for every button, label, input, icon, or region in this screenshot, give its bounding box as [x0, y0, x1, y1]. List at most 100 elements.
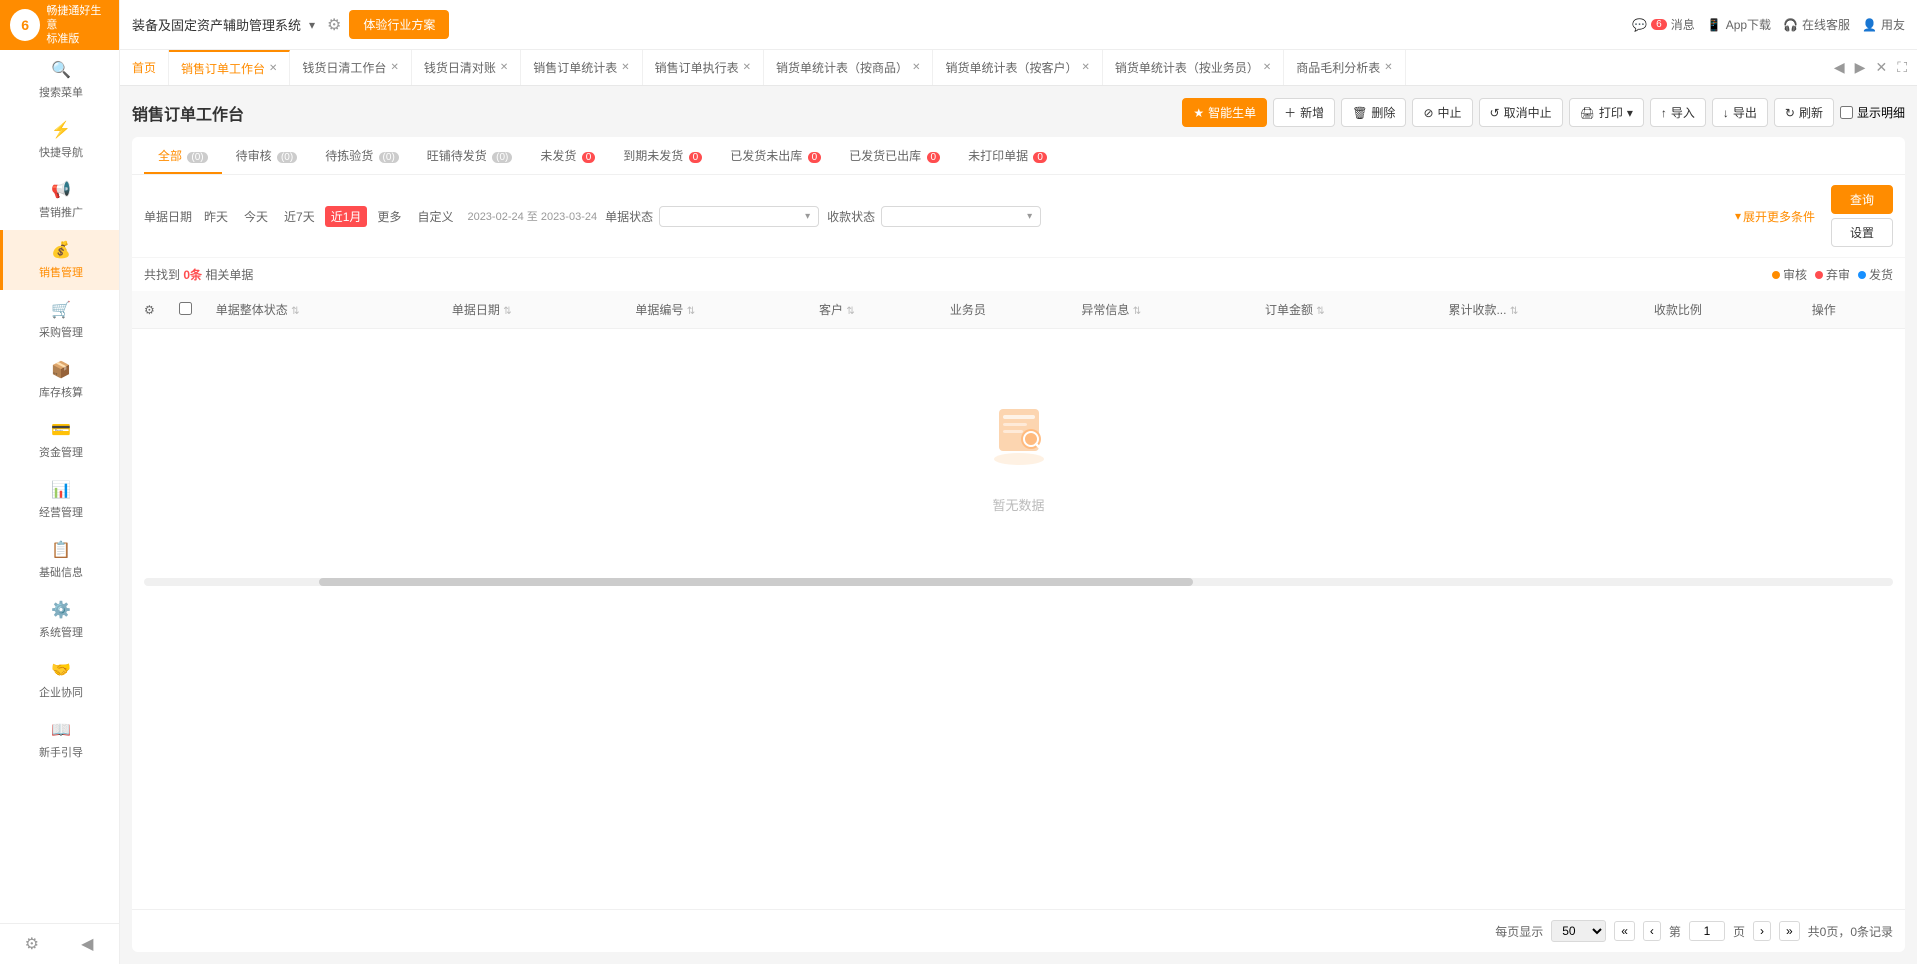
col-checkbox[interactable]	[167, 291, 204, 329]
col-settings[interactable]: ⚙	[132, 291, 167, 329]
date-btn-1month[interactable]: 近1月	[325, 206, 368, 227]
industry-btn[interactable]: 体验行业方案	[349, 10, 449, 39]
export-btn[interactable]: ↓ 导出	[1712, 98, 1768, 127]
refresh-btn[interactable]: ↻ 刷新	[1774, 98, 1834, 127]
add-btn[interactable]: ＋ 新增	[1273, 98, 1335, 127]
sub-tab-overdue-ship[interactable]: 到期未发货 0	[609, 139, 716, 174]
status-select[interactable]: ▾	[659, 206, 819, 227]
tab-cash-clear[interactable]: 钱货日清工作台 ✕	[290, 50, 411, 86]
date-btn-more[interactable]: 更多	[371, 206, 407, 227]
horizontal-scrollbar[interactable]	[144, 578, 1893, 586]
page-size-select[interactable]: 20 50 100	[1551, 920, 1606, 942]
goods-stats-customer-label: 销货单统计表（按客户）	[945, 59, 1077, 76]
stop-btn[interactable]: ⊘ 中止	[1412, 98, 1472, 127]
tab-goods-stats-customer[interactable]: 销货单统计表（按客户） ✕	[933, 50, 1102, 86]
tab-goods-stats-staff[interactable]: 销货单统计表（按业务员） ✕	[1103, 50, 1284, 86]
review-action-btn[interactable]: 审核	[1772, 266, 1807, 283]
tab-close-goods-product[interactable]: ✕	[912, 62, 920, 73]
date-btn-yesterday[interactable]: 昨天	[198, 206, 234, 227]
sidebar-item-sales[interactable]: 💰 销售管理	[0, 230, 119, 290]
sort-collected-icon[interactable]: ⇅	[1510, 306, 1518, 317]
sidebar-item-inventory[interactable]: 📦 库存核算	[0, 350, 119, 410]
tab-maximize[interactable]: ⛶	[1893, 57, 1911, 78]
page-last-btn[interactable]: »	[1779, 921, 1800, 941]
query-btn[interactable]: 查询	[1831, 185, 1893, 214]
sidebar-item-guide[interactable]: 📖 新手引导	[0, 710, 119, 770]
sidebar-item-quick-nav[interactable]: ⚡ 快捷导航	[0, 110, 119, 170]
tab-close-cash-goods[interactable]: ✕	[500, 62, 508, 73]
tab-sales-stats[interactable]: 销售订单统计表 ✕	[521, 50, 642, 86]
ship-action-btn[interactable]: 发货	[1858, 266, 1893, 283]
user-menu[interactable]: 👤 用友	[1862, 16, 1905, 33]
tab-close-goods-staff[interactable]: ✕	[1263, 62, 1271, 73]
topbar-settings-icon[interactable]: ⚙	[327, 15, 341, 35]
page-prev-btn[interactable]: ‹	[1643, 921, 1661, 941]
date-btn-custom[interactable]: 自定义	[411, 206, 459, 227]
sort-number-icon[interactable]: ⇅	[687, 306, 695, 317]
sidebar-item-search[interactable]: 🔍 搜索菜单	[0, 50, 119, 110]
sidebar-collapse-btn[interactable]: ◀	[64, 934, 112, 954]
sidebar-item-system[interactable]: ⚙️ 系统管理	[0, 590, 119, 650]
sub-tab-wangpu[interactable]: 旺铺待发货 (0)	[413, 139, 527, 174]
sub-tab-all[interactable]: 全部 (0)	[144, 139, 222, 174]
tab-cash-goods[interactable]: 钱货日清对账 ✕	[412, 50, 521, 86]
sidebar-item-base-info[interactable]: 📋 基础信息	[0, 530, 119, 590]
page-next-btn[interactable]: ›	[1753, 921, 1771, 941]
tab-sales-exec[interactable]: 销售订单执行表 ✕	[643, 50, 764, 86]
tab-close-sales-exec[interactable]: ✕	[743, 62, 751, 73]
tab-profit-analysis[interactable]: 商品毛利分析表 ✕	[1284, 50, 1405, 86]
setting-filter-btn[interactable]: 设置	[1831, 218, 1893, 247]
tab-nav-prev[interactable]: ◀	[1830, 57, 1849, 78]
date-btn-today[interactable]: 今天	[238, 206, 274, 227]
cancel-stop-btn[interactable]: ↺ 取消中止	[1479, 98, 1563, 127]
cancel-stop-icon: ↺	[1490, 106, 1500, 120]
sidebar-item-marketing[interactable]: 📢 营销推广	[0, 170, 119, 230]
sidebar-item-purchase[interactable]: 🛒 采购管理	[0, 290, 119, 350]
tab-close-goods-customer[interactable]: ✕	[1081, 62, 1089, 73]
tab-close-profit-analysis[interactable]: ✕	[1384, 62, 1392, 73]
message-btn[interactable]: 💬 6 消息	[1632, 16, 1695, 33]
sub-tab-not-shipped[interactable]: 未发货 0	[526, 139, 609, 174]
online-service-btn[interactable]: 🎧 在线客服	[1783, 16, 1850, 33]
tab-home[interactable]: 首页	[120, 50, 169, 86]
sub-tab-shipped-no-out[interactable]: 已发货未出库 0	[716, 139, 835, 174]
tab-goods-stats-product[interactable]: 销货单统计表（按商品） ✕	[764, 50, 933, 86]
sub-tabs: 全部 (0) 待审核 (0) 待拣验货 (0) 旺铺待发货 (0) 未发货	[132, 137, 1905, 175]
import-btn[interactable]: ↑ 导入	[1650, 98, 1706, 127]
sort-abnormal-icon[interactable]: ⇅	[1133, 306, 1141, 317]
tab-close-sales-stats[interactable]: ✕	[621, 62, 629, 73]
sub-tab-pending-inspect[interactable]: 待拣验货 (0)	[311, 139, 413, 174]
delete-btn[interactable]: 🗑 删除	[1341, 98, 1406, 127]
select-all-checkbox[interactable]	[179, 302, 192, 315]
system-dropdown[interactable]: ▾	[309, 18, 315, 32]
sort-customer-icon[interactable]: ⇅	[846, 306, 854, 317]
tab-close-all[interactable]: ✕	[1871, 57, 1891, 78]
show-detail-checkbox[interactable]	[1840, 106, 1853, 119]
tab-close-cash-clear[interactable]: ✕	[390, 62, 398, 73]
sort-date-icon[interactable]: ⇅	[503, 306, 511, 317]
sidebar-settings-btn[interactable]: ⚙	[8, 934, 56, 954]
sort-amount-icon[interactable]: ⇅	[1316, 306, 1324, 317]
sub-tab-not-printed[interactable]: 未打印单据 0	[954, 139, 1061, 174]
sidebar-item-operation[interactable]: 📊 经营管理	[0, 470, 119, 530]
tab-sales-order[interactable]: 销售订单工作台 ✕	[169, 50, 290, 86]
app-download-btn[interactable]: 📱 App下载	[1707, 16, 1771, 33]
date-btn-7days[interactable]: 近7天	[278, 206, 321, 227]
tab-nav-next[interactable]: ▶	[1851, 57, 1870, 78]
sub-tab-pending-review[interactable]: 待审核 (0)	[222, 139, 312, 174]
sidebar-item-label: 快捷导航	[39, 144, 83, 160]
marketing-icon: 📢	[51, 180, 71, 200]
sidebar-item-finance[interactable]: 💳 资金管理	[0, 410, 119, 470]
print-btn[interactable]: 🖨 打印 ▾	[1569, 98, 1644, 127]
tab-close-sales-order[interactable]: ✕	[269, 63, 277, 74]
sort-status-icon[interactable]: ⇅	[291, 306, 299, 317]
sub-tab-shipped-out[interactable]: 已发货已出库 0	[835, 139, 954, 174]
payment-select[interactable]: ▾	[881, 206, 1041, 227]
expand-filter-btn[interactable]: ▾ 展开更多条件	[1735, 208, 1815, 225]
page-number-input[interactable]	[1689, 921, 1725, 941]
page-first-btn[interactable]: «	[1614, 921, 1635, 941]
smart-btn[interactable]: ★ 智能生单	[1182, 98, 1267, 127]
cancel-action-btn[interactable]: 弃审	[1815, 266, 1850, 283]
sidebar-item-cooperation[interactable]: 🤝 企业协同	[0, 650, 119, 710]
show-detail-label[interactable]: 显示明细	[1840, 104, 1905, 121]
